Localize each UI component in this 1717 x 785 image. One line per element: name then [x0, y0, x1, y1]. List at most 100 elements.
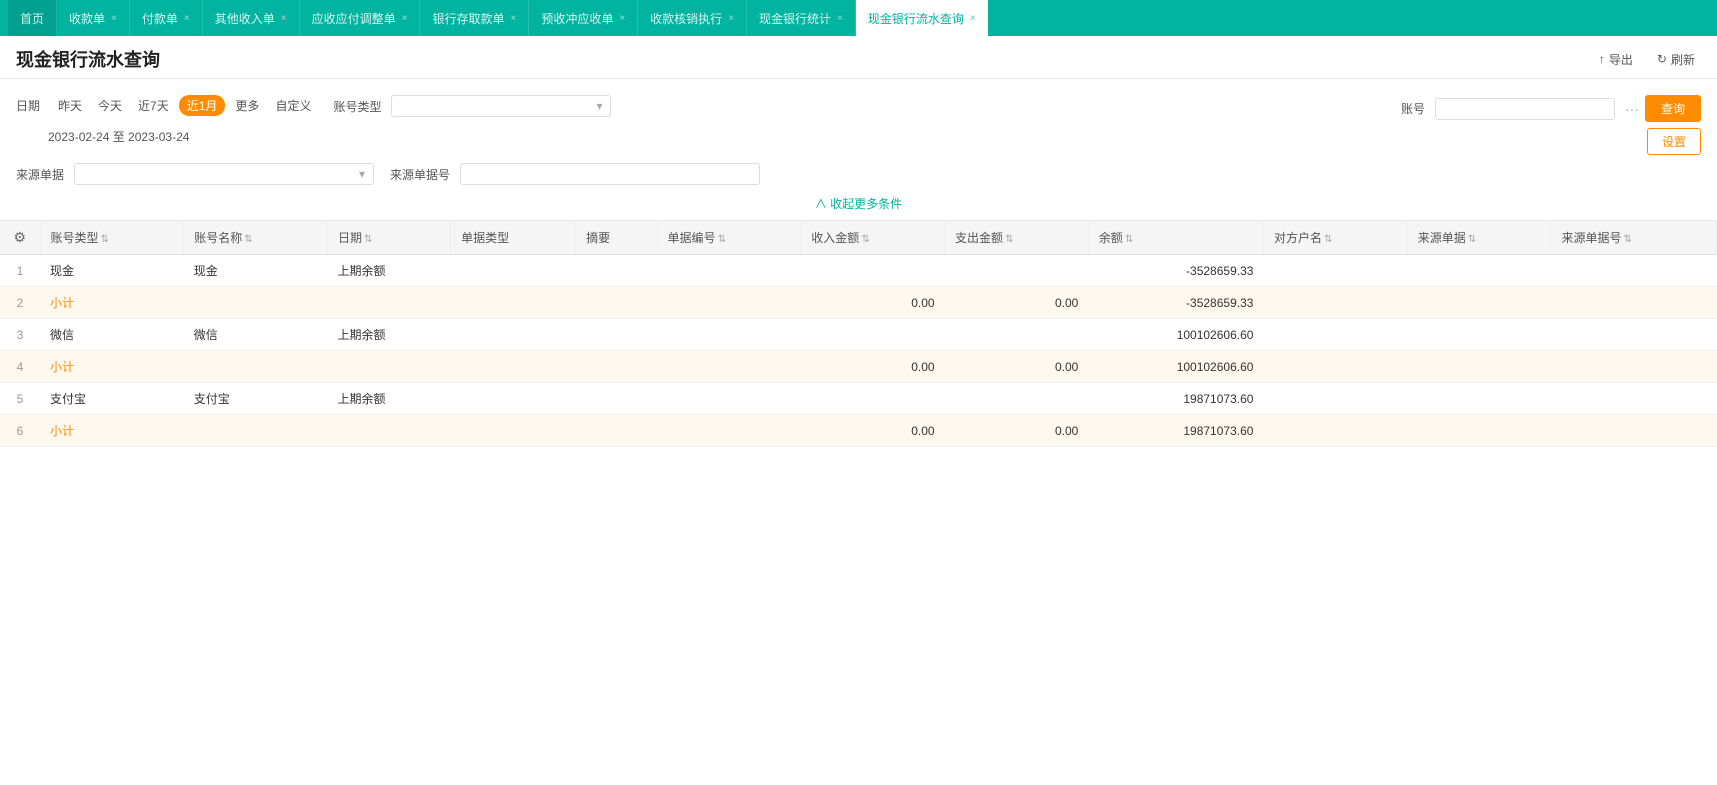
sort-icon-income[interactable]: ⇅ [861, 234, 869, 245]
sort-icon-account-name[interactable]: ⇅ [244, 234, 252, 245]
nav-tab-close[interactable]: × [184, 13, 190, 24]
date-option-more[interactable]: 更多 [229, 95, 265, 116]
sort-icon-account-type[interactable]: ⇅ [101, 234, 109, 245]
account-input[interactable] [1435, 98, 1615, 120]
cell-income [801, 255, 945, 287]
cell-counterpart [1263, 415, 1407, 447]
sort-icon-doc-no[interactable]: ⇅ [718, 234, 726, 245]
nav-tab-label: 收款核销执行 [650, 10, 722, 27]
account-type-select[interactable]: ▾ [391, 95, 611, 117]
date-option-1month[interactable]: 近1月 [179, 95, 226, 116]
sort-icon-source-doc[interactable]: ⇅ [1468, 234, 1476, 245]
cell-counterpart [1263, 383, 1407, 415]
source-doc-num-input[interactable] [460, 163, 760, 185]
account-label: 账号 [1401, 100, 1425, 117]
date-option-yesterday[interactable]: 昨天 [52, 95, 88, 116]
nav-tab-close[interactable]: × [281, 13, 287, 24]
collapse-bar[interactable]: ∧ 收起更多条件 [0, 189, 1717, 221]
th-summary: 摘要 [576, 221, 657, 255]
cell-doc-no [657, 287, 801, 319]
cell-account-type: 微信 [40, 319, 184, 351]
cell-income: 0.00 [801, 351, 945, 383]
nav-tab-银行存取款单[interactable]: 银行存取款单 × [420, 0, 529, 36]
cell-date [328, 415, 451, 447]
cell-income: 0.00 [801, 415, 945, 447]
nav-tab-close[interactable]: × [728, 13, 734, 24]
th-doc-type: 单据类型 [451, 221, 576, 255]
nav-tab-close[interactable]: × [111, 13, 117, 24]
nav-tab-收款核销执行[interactable]: 收款核销执行 × [638, 0, 747, 36]
sort-icon-balance[interactable]: ⇅ [1125, 234, 1133, 245]
nav-tab-close[interactable]: × [619, 13, 625, 24]
source-doc-select[interactable]: ▾ [74, 163, 374, 185]
nav-tab-close[interactable]: × [402, 13, 408, 24]
nav-tab-label: 银行存取款单 [432, 10, 504, 27]
cell-account-type: 小计 [40, 351, 184, 383]
gear-icon[interactable]: ⚙ [13, 229, 26, 245]
cell-doc-no [657, 383, 801, 415]
th-doc-no: 单据编号⇅ [657, 221, 801, 255]
cell-num: 4 [0, 351, 40, 383]
cell-account-name: 现金 [184, 255, 328, 287]
cell-date: 上期余额 [328, 383, 451, 415]
cell-expense: 0.00 [945, 415, 1089, 447]
cell-expense [945, 319, 1089, 351]
nav-tab-预收冲应收单[interactable]: 预收冲应收单 × [529, 0, 638, 36]
cell-summary [576, 383, 657, 415]
table-row: 2小计0.000.00-3528659.33 [0, 287, 1717, 319]
settings-button[interactable]: 设置 [1647, 128, 1701, 155]
cell-doc-type [451, 415, 576, 447]
refresh-button[interactable]: ↻ 刷新 [1651, 47, 1701, 72]
sort-icon-source-doc-no[interactable]: ⇅ [1623, 234, 1631, 245]
nav-tab-close[interactable]: × [510, 13, 516, 24]
nav-tab-付款单[interactable]: 付款单× [130, 0, 203, 36]
cell-account-name: 微信 [184, 319, 328, 351]
date-option-today[interactable]: 今天 [92, 95, 128, 116]
nav-tab-现金银行统计[interactable]: 现金银行统计× [747, 0, 856, 36]
nav-tab-label: 预收冲应收单 [541, 10, 613, 27]
main-area: 现金银行流水查询 ↑ 导出 ↻ 刷新 日期 昨天 今天 近7天 [0, 36, 1717, 785]
cell-account-type: 支付宝 [40, 383, 184, 415]
export-button[interactable]: ↑ 导出 [1593, 47, 1639, 72]
cell-income [801, 319, 945, 351]
cell-doc-no [657, 255, 801, 287]
filter-area: 日期 昨天 今天 近7天 近1月 更多 自定义 2023-02-24 至 202… [0, 79, 1717, 189]
date-filter-row: 日期 昨天 今天 近7天 近1月 更多 自定义 [16, 95, 317, 116]
sort-icon-counterpart[interactable]: ⇅ [1324, 234, 1332, 245]
refresh-icon: ↻ [1657, 52, 1667, 66]
cell-income: 0.00 [801, 287, 945, 319]
cell-balance: -3528659.33 [1088, 287, 1263, 319]
header-actions: ↑ 导出 ↻ 刷新 [1593, 47, 1701, 72]
th-source-doc: 来源单据⇅ [1407, 221, 1551, 255]
nav-tab-应收应付调整单[interactable]: 应收应付调整单× [300, 0, 421, 36]
nav-tab-现金银行流水查询[interactable]: 现金银行流水查询× [856, 0, 988, 36]
cell-summary [576, 319, 657, 351]
collapse-label: 收起更多条件 [830, 197, 902, 211]
cell-doc-type [451, 351, 576, 383]
date-option-custom[interactable]: 自定义 [269, 95, 317, 116]
account-dots[interactable]: ··· [1625, 101, 1639, 117]
th-settings[interactable]: ⚙ [0, 221, 40, 255]
th-account-type: 账号类型⇅ [40, 221, 184, 255]
query-button[interactable]: 查询 [1645, 95, 1701, 122]
nav-tab-收款单[interactable]: 收款单× [57, 0, 130, 36]
cell-account-type: 小计 [40, 287, 184, 319]
th-balance: 余额⇅ [1088, 221, 1263, 255]
nav-tab-其他收入单[interactable]: 其他收入单 × [203, 0, 300, 36]
sort-icon-expense[interactable]: ⇅ [1005, 234, 1013, 245]
cell-source-doc-no [1551, 287, 1717, 319]
date-range: 2023-02-24 至 2023-03-24 [48, 130, 189, 144]
sort-icon-date[interactable]: ⇅ [364, 234, 372, 245]
data-table: ⚙ 账号类型⇅ 账号名称⇅ 日期⇅ 单据类型 摘要 单据编号⇅ 收入金额⇅ 支出… [0, 221, 1717, 447]
th-source-doc-no: 来源单据号⇅ [1551, 221, 1717, 255]
cell-counterpart [1263, 287, 1407, 319]
nav-tab-label: 其他收入单 [215, 10, 275, 27]
top-nav: 首页 收款单×付款单×其他收入单×应收应付调整单×银行存取款单×预收冲应收单×收… [0, 0, 1717, 36]
nav-tab-close[interactable]: × [970, 13, 976, 24]
nav-tab-close[interactable]: × [837, 13, 843, 24]
date-option-7days[interactable]: 近7天 [132, 95, 175, 116]
cell-date [328, 351, 451, 383]
nav-home[interactable]: 首页 [8, 0, 57, 36]
cell-num: 5 [0, 383, 40, 415]
cell-num: 1 [0, 255, 40, 287]
